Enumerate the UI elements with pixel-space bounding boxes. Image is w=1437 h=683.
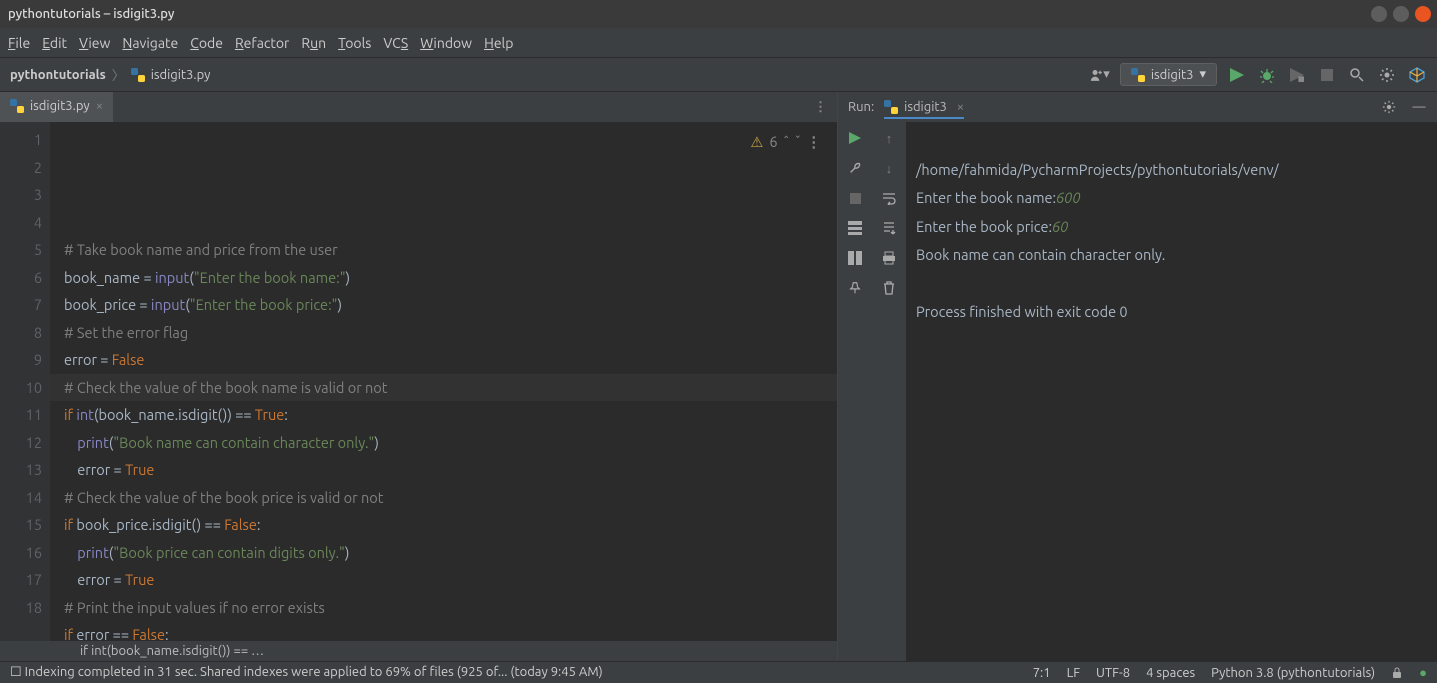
editor-tab[interactable]: isdigit3.py ×: [0, 92, 113, 122]
status-left[interactable]: ☐ Indexing completed in 31 sec. Shared i…: [10, 665, 603, 680]
caret-position[interactable]: 7:1: [1033, 666, 1051, 680]
menu-vcs[interactable]: VCS: [383, 35, 408, 51]
layout2-icon[interactable]: [845, 248, 865, 268]
window-title: pythontutorials – isdigit3.py: [8, 7, 174, 21]
context-info-bar: if int(book_name.isdigit()) == …: [0, 641, 837, 661]
soft-wrap-icon[interactable]: [879, 188, 899, 208]
warning-count: 6: [769, 128, 777, 156]
lock-icon[interactable]: [1391, 667, 1403, 679]
menubar: File Edit View Navigate Code Refactor Ru…: [0, 28, 1437, 58]
python-file-icon: [10, 99, 24, 113]
settings-icon[interactable]: [1377, 65, 1397, 85]
rerun-button[interactable]: [845, 128, 865, 148]
menu-run[interactable]: Run: [301, 35, 326, 51]
stop-process-button: [845, 188, 865, 208]
breadcrumb-file[interactable]: isdigit3.py: [151, 68, 211, 82]
services-icon[interactable]: [1407, 65, 1427, 85]
console-line: Enter the book price:60: [916, 218, 1068, 235]
python-file-icon: [884, 100, 898, 114]
menu-code[interactable]: Code: [190, 35, 223, 51]
menu-help[interactable]: Help: [484, 35, 513, 51]
next-highlight-icon[interactable]: ˇ: [795, 128, 800, 156]
context-text: if int(book_name.isdigit()) == …: [80, 644, 264, 658]
trash-icon[interactable]: [879, 278, 899, 298]
status-indicator-icon[interactable]: ●: [1419, 665, 1427, 680]
breadcrumb[interactable]: pythontutorials 〉 isdigit3.py: [10, 65, 210, 84]
editor-pane: isdigit3.py × ⋮ 123456789101112131415161…: [0, 92, 837, 661]
run-settings-icon[interactable]: [1379, 97, 1399, 117]
layout-icon[interactable]: [845, 218, 865, 238]
debug-button[interactable]: [1257, 65, 1277, 85]
menu-window[interactable]: Window: [420, 35, 472, 51]
minimize-button[interactable]: [1371, 6, 1387, 22]
python-file-icon: [131, 68, 145, 82]
python-interpreter[interactable]: Python 3.8 (pythontutorials): [1211, 666, 1375, 680]
console-output[interactable]: /home/fahmida/PycharmProjects/pythontuto…: [906, 122, 1437, 661]
console-line: /home/fahmida/PycharmProjects/pythontuto…: [916, 161, 1279, 178]
gutter: 123456789101112131415161718: [0, 122, 50, 641]
editor-overlay-more-icon[interactable]: ⋮: [807, 128, 824, 156]
menu-navigate[interactable]: Navigate: [122, 35, 178, 51]
editor-tabs: isdigit3.py × ⋮: [0, 92, 837, 122]
chevron-down-icon: ▾: [1199, 67, 1206, 82]
coverage-button[interactable]: [1287, 65, 1307, 85]
run-body: ↑ ↓ /home/fahmida/PycharmProjects/python…: [838, 122, 1437, 661]
line-separator[interactable]: LF: [1067, 666, 1080, 680]
close-button[interactable]: [1415, 6, 1431, 22]
console-line: Enter the book name:600: [916, 189, 1081, 206]
menu-refactor[interactable]: Refactor: [235, 35, 289, 51]
up-arrow-icon[interactable]: ↑: [879, 128, 899, 148]
close-run-tab-icon[interactable]: ×: [957, 100, 964, 114]
add-user-icon[interactable]: ▾: [1090, 65, 1110, 85]
editor-more-icon[interactable]: ⋮: [814, 100, 829, 115]
code-editor[interactable]: 123456789101112131415161718 ⚠ 6 ˆ ˇ ⋮ # …: [0, 122, 837, 641]
run-toolbar-left2: ↑ ↓: [872, 122, 906, 661]
statusbar: ☐ Indexing completed in 31 sec. Shared i…: [0, 661, 1437, 683]
close-tab-icon[interactable]: ×: [96, 99, 103, 113]
console-line: Book name can contain character only.: [916, 246, 1165, 263]
menu-edit[interactable]: Edit: [42, 35, 67, 51]
menu-file[interactable]: File: [8, 35, 30, 51]
editor-tab-label: isdigit3.py: [30, 99, 90, 113]
run-tab[interactable]: isdigit3 ×: [884, 100, 964, 119]
warning-icon[interactable]: ⚠: [750, 128, 763, 156]
menu-tools[interactable]: Tools: [338, 35, 371, 51]
file-encoding[interactable]: UTF-8: [1096, 666, 1130, 680]
stop-button: [1317, 65, 1337, 85]
console-line: Process finished with exit code 0: [916, 303, 1128, 320]
code-area[interactable]: ⚠ 6 ˆ ˇ ⋮ # Take book name and price fro…: [50, 122, 837, 641]
indent-setting[interactable]: 4 spaces: [1146, 666, 1195, 680]
breadcrumb-project[interactable]: pythontutorials: [10, 68, 106, 82]
run-config-selector[interactable]: isdigit3 ▾: [1120, 63, 1217, 86]
run-config-label: isdigit3: [1151, 68, 1194, 82]
menu-view[interactable]: View: [79, 35, 110, 51]
run-title: Run:: [848, 100, 874, 114]
print-icon[interactable]: [879, 248, 899, 268]
scroll-to-end-icon[interactable]: [879, 218, 899, 238]
chevron-right-icon: 〉: [112, 65, 125, 84]
main-area: isdigit3.py × ⋮ 123456789101112131415161…: [0, 92, 1437, 661]
search-icon[interactable]: [1347, 65, 1367, 85]
toolbar: pythontutorials 〉 isdigit3.py ▾ isdigit3…: [0, 58, 1437, 92]
run-tab-label: isdigit3: [904, 100, 947, 114]
run-toolbar-left: [838, 122, 872, 661]
run-tool-window: Run: isdigit3 × — ↑ ↓: [837, 92, 1437, 661]
python-file-icon: [1131, 68, 1145, 82]
pin-icon[interactable]: [845, 278, 865, 298]
run-button[interactable]: [1227, 65, 1247, 85]
wrench-icon[interactable]: [845, 158, 865, 178]
prev-highlight-icon[interactable]: ˆ: [784, 128, 790, 156]
hide-panel-icon[interactable]: —: [1409, 97, 1429, 117]
down-arrow-icon[interactable]: ↓: [879, 158, 899, 178]
maximize-button[interactable]: [1393, 6, 1409, 22]
run-header: Run: isdigit3 × —: [838, 92, 1437, 122]
titlebar: pythontutorials – isdigit3.py: [0, 0, 1437, 28]
